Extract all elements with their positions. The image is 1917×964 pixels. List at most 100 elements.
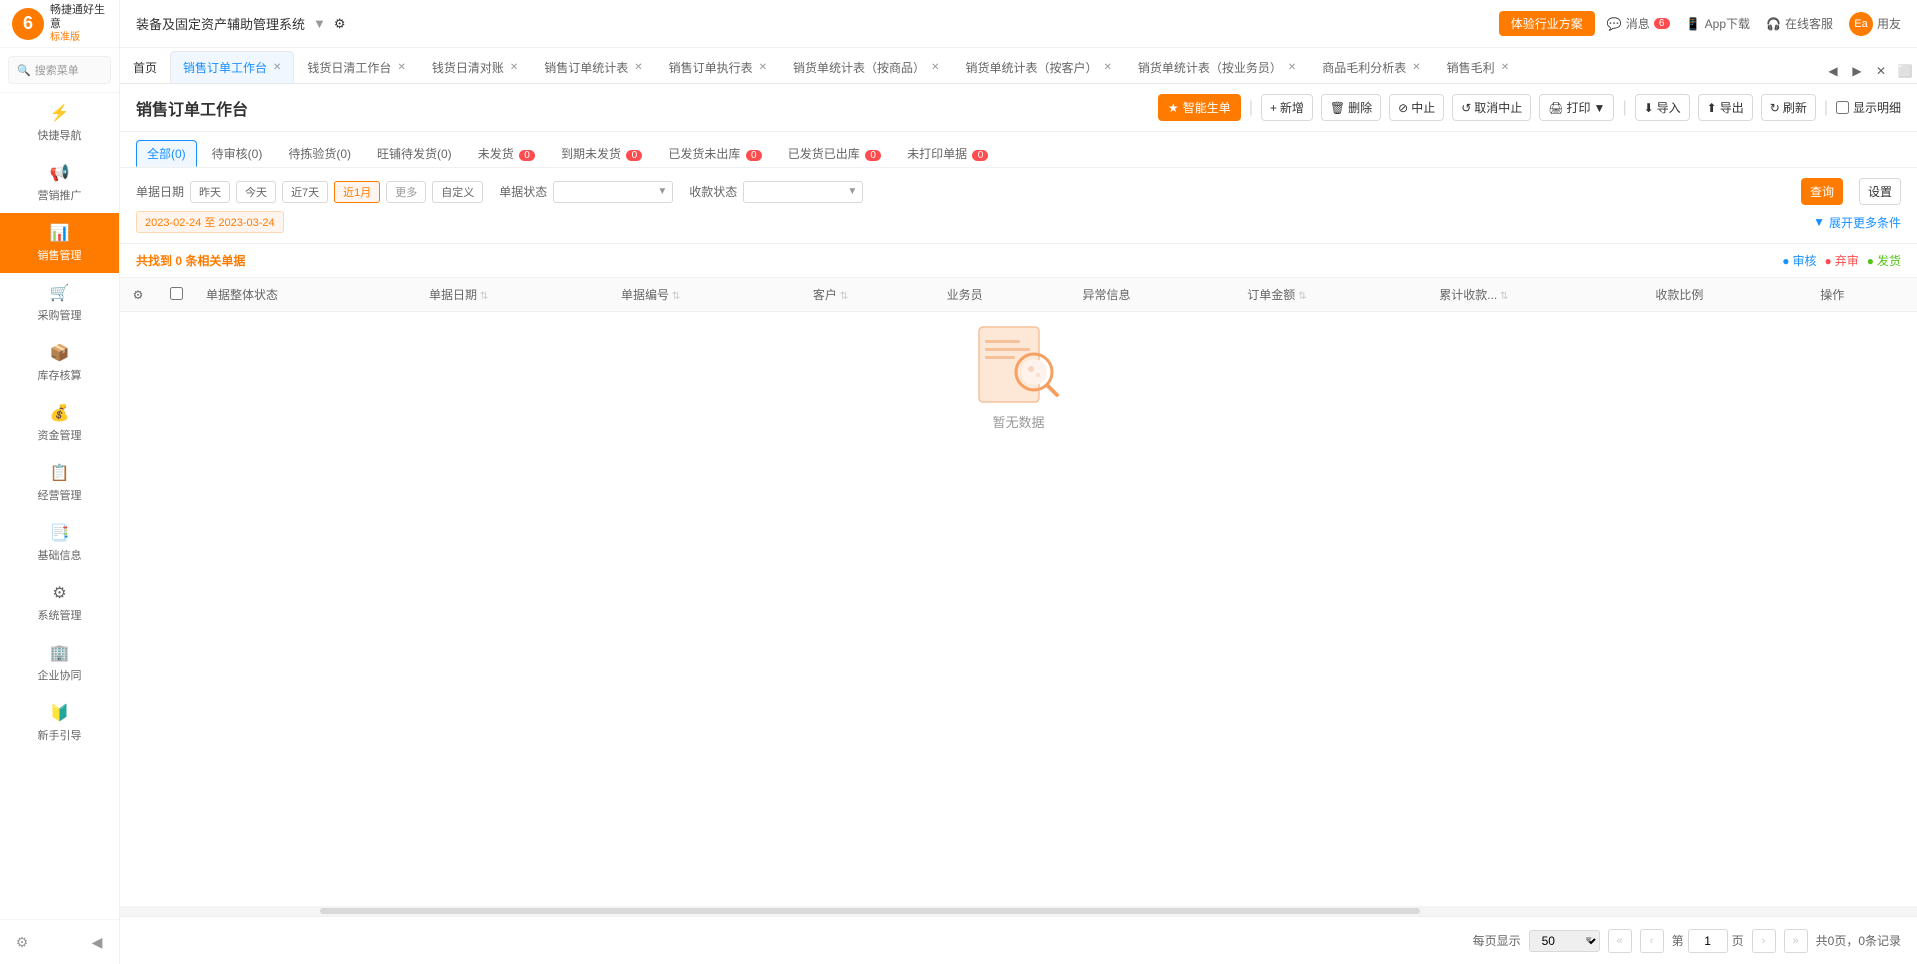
- sub-tab-pending-review[interactable]: 待审核(0): [201, 140, 274, 167]
- sub-tab-overdue-not-shipped[interactable]: 到期未发货 0: [550, 140, 653, 167]
- app-download-action[interactable]: 📱 App下载: [1686, 15, 1750, 32]
- phone-icon: 📱: [1686, 17, 1701, 31]
- sidebar-item-inventory[interactable]: 📦 库存核算: [0, 333, 119, 393]
- tab-cash-reconcile[interactable]: 钱货日清对账 ✕: [419, 51, 531, 83]
- delete-button[interactable]: 🗑 删除: [1321, 94, 1381, 121]
- review-button[interactable]: ● 审核: [1782, 252, 1816, 269]
- tab-close-cash-daily[interactable]: ✕: [397, 62, 405, 73]
- horizontal-scrollbar[interactable]: [120, 906, 1917, 916]
- th-collected[interactable]: 累计收款...: [1429, 278, 1645, 312]
- th-checkbox[interactable]: [156, 278, 196, 312]
- online-service-action[interactable]: 🎧 在线客服: [1766, 15, 1833, 32]
- prev-page-button[interactable]: ‹: [1640, 929, 1664, 953]
- industry-btn[interactable]: 体验行业方案: [1499, 11, 1595, 36]
- sub-tab-pending-inspect[interactable]: 待拣验货(0): [277, 140, 362, 167]
- result-count: 共找到 0 条相关单据: [136, 252, 245, 269]
- expand-more-conditions[interactable]: ▼ 展开更多条件: [1813, 214, 1901, 231]
- th-setting[interactable]: ⚙: [120, 278, 156, 312]
- collapse-button[interactable]: ◀: [83, 928, 111, 956]
- th-amount[interactable]: 订单金额: [1237, 278, 1429, 312]
- tab-close-cash-reconcile[interactable]: ✕: [510, 62, 518, 73]
- sidebar-item-sales[interactable]: 📊 销售管理: [0, 213, 119, 273]
- sidebar-item-purchase[interactable]: 🛒 采购管理: [0, 273, 119, 333]
- th-number[interactable]: 单据编号: [611, 278, 803, 312]
- import-button[interactable]: ⬇ 导入: [1635, 94, 1690, 121]
- sub-tab-shipped-not-out[interactable]: 已发货未出库 0: [657, 140, 772, 167]
- finance-icon: 💰: [50, 403, 70, 423]
- tab-close-summary-product[interactable]: ✕: [931, 62, 939, 73]
- search-menu-button[interactable]: 🔍 搜索菜单: [8, 56, 111, 84]
- sub-tab-not-printed[interactable]: 未打印单据 0: [896, 140, 999, 167]
- sidebar-item-basic-info[interactable]: 📑 基础信息: [0, 513, 119, 573]
- tab-scroll-left-btn[interactable]: ◀: [1821, 59, 1845, 83]
- payment-select[interactable]: [743, 181, 863, 203]
- filter-setting-button[interactable]: 设置: [1859, 178, 1901, 205]
- settings-button[interactable]: ⚙: [8, 928, 36, 956]
- tab-sales-summary-staff[interactable]: 销货单统计表（按业务员） ✕: [1125, 51, 1309, 83]
- tab-close-sales-more[interactable]: ✕: [1501, 62, 1509, 73]
- sidebar-item-operations[interactable]: 📋 经营管理: [0, 453, 119, 513]
- sub-tab-not-shipped[interactable]: 未发货 0: [467, 140, 546, 167]
- sidebar-item-finance[interactable]: 💰 资金管理: [0, 393, 119, 453]
- tab-sales-summary-customer[interactable]: 销货单统计表（按客户） ✕: [952, 51, 1124, 83]
- sidebar-item-marketing[interactable]: 📢 营销推广: [0, 153, 119, 213]
- tab-close-sales-order[interactable]: ✕: [273, 62, 281, 73]
- tab-close-summary-customer[interactable]: ✕: [1103, 62, 1111, 73]
- sidebar-item-system[interactable]: ⚙ 系统管理: [0, 573, 119, 633]
- query-button[interactable]: 查询: [1801, 178, 1843, 205]
- horizontal-scroll-thumb[interactable]: [320, 908, 1420, 914]
- date-btn-custom[interactable]: 自定义: [432, 181, 483, 203]
- tab-close-sales-exec[interactable]: ✕: [759, 62, 767, 73]
- tab-scroll-right-btn[interactable]: ▶: [1845, 59, 1869, 83]
- next-page-button[interactable]: ›: [1752, 929, 1776, 953]
- tab-maximize-btn[interactable]: ⬜: [1893, 59, 1917, 83]
- sidebar-item-guide[interactable]: 🔰 新手引导: [0, 693, 119, 753]
- tab-cash-daily[interactable]: 钱货日清工作台 ✕: [294, 51, 418, 83]
- select-all-checkbox[interactable]: [170, 287, 183, 300]
- date-btn-1month[interactable]: 近1月: [334, 181, 380, 203]
- page-header: 销售订单工作台 ★ 智能生单 | + 新增 🗑 删除 ⊘ 中止: [120, 84, 1917, 132]
- stop-button[interactable]: ⊘ 中止: [1389, 94, 1444, 121]
- last-page-button[interactable]: »: [1784, 929, 1808, 953]
- date-btn-yesterday[interactable]: 昨天: [190, 181, 230, 203]
- revoke-button[interactable]: ● 弃审: [1824, 252, 1858, 269]
- export-button[interactable]: ⬆ 导出: [1698, 94, 1753, 121]
- sub-tab-all[interactable]: 全部(0): [136, 140, 197, 167]
- settings-gear-icon[interactable]: ⚙: [334, 16, 346, 32]
- tab-gross-margin[interactable]: 商品毛利分析表 ✕: [1309, 51, 1433, 83]
- sub-tab-wangpu[interactable]: 旺铺待发货(0): [366, 140, 463, 167]
- tab-sales-order[interactable]: 销售订单工作台 ✕: [170, 51, 294, 83]
- sidebar-item-enterprise[interactable]: 🏢 企业协同: [0, 633, 119, 693]
- tab-close-summary-staff[interactable]: ✕: [1288, 62, 1296, 73]
- user-action[interactable]: Ea 用友: [1849, 12, 1901, 36]
- tab-home[interactable]: 首页: [120, 51, 170, 83]
- tab-close-all-btn[interactable]: ✕: [1869, 59, 1893, 83]
- show-detail-checkbox[interactable]: [1836, 101, 1849, 114]
- message-action[interactable]: 💬 消息 6: [1607, 15, 1670, 32]
- tab-sales-summary-product[interactable]: 销货单统计表（按商品） ✕: [780, 51, 952, 83]
- date-btn-7days[interactable]: 近7天: [282, 181, 328, 203]
- tab-sales-stats[interactable]: 销售订单统计表 ✕: [531, 51, 655, 83]
- tab-sales-more[interactable]: 销售毛利 ✕: [1434, 51, 1522, 83]
- first-page-button[interactable]: «: [1608, 929, 1632, 953]
- tab-close-sales-stats[interactable]: ✕: [634, 62, 642, 73]
- th-date[interactable]: 单据日期: [419, 278, 611, 312]
- th-customer[interactable]: 客户: [803, 278, 937, 312]
- refresh-button[interactable]: ↻ 刷新: [1761, 94, 1816, 121]
- status-select[interactable]: [553, 181, 673, 203]
- date-btn-more[interactable]: 更多: [386, 181, 426, 203]
- page-number-input[interactable]: [1688, 929, 1728, 953]
- show-detail-checkbox-label[interactable]: 显示明细: [1836, 99, 1901, 116]
- tab-sales-exec[interactable]: 销售订单执行表 ✕: [656, 51, 780, 83]
- sidebar-item-quick-nav[interactable]: ⚡ 快捷导航: [0, 93, 119, 153]
- cancel-stop-button[interactable]: ↺ 取消中止: [1452, 94, 1531, 121]
- new-button[interactable]: + 新增: [1261, 94, 1313, 121]
- sub-tab-shipped-out[interactable]: 已发货已出库 0: [777, 140, 892, 167]
- tab-close-gross-margin[interactable]: ✕: [1412, 62, 1420, 73]
- smart-create-button[interactable]: ★ 智能生单: [1158, 94, 1241, 121]
- cancel-stop-icon: ↺: [1461, 101, 1471, 115]
- print-button[interactable]: 🖨 打印 ▼: [1539, 94, 1614, 121]
- date-btn-today[interactable]: 今天: [236, 181, 276, 203]
- page-size-select[interactable]: 20 50 100: [1529, 930, 1600, 952]
- deliver-button[interactable]: ● 发货: [1867, 252, 1901, 269]
